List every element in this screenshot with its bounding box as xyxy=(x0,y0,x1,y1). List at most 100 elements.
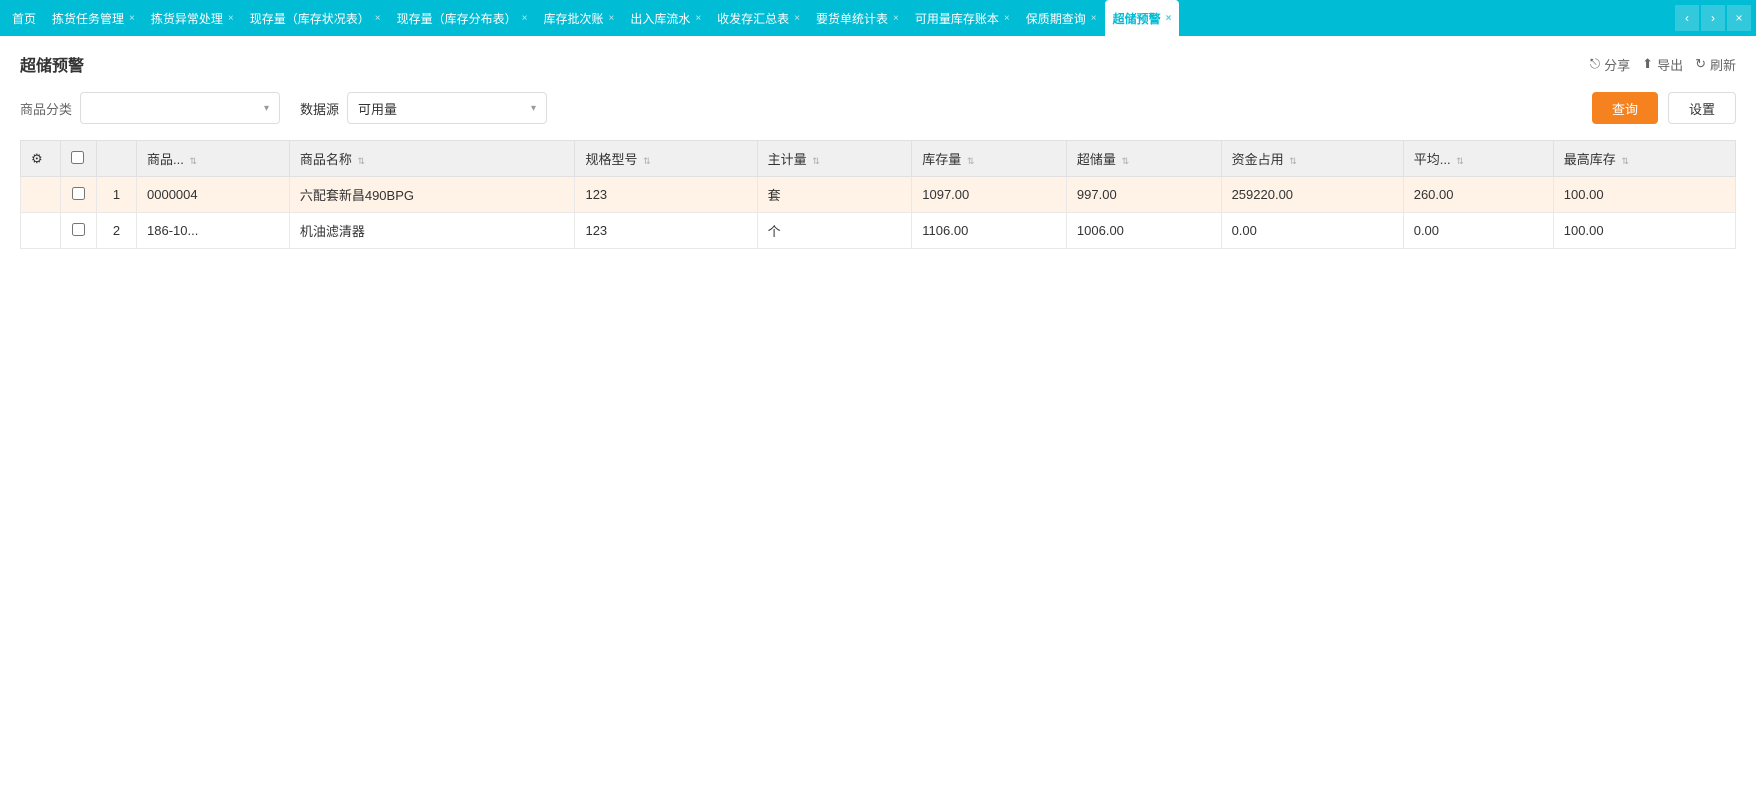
table-header-row: ⚙ 商品... ⇅ 商品名称 ⇅ 规格型号 ⇅ xyxy=(21,141,1736,177)
row-unit: 套 xyxy=(757,177,912,213)
stock-batch-label: 库存批次账 xyxy=(543,10,603,27)
row-avg: 260.00 xyxy=(1403,177,1553,213)
datasource-filter: 数据源 可用量 ▾ xyxy=(300,92,547,124)
row-overstock: 1006.00 xyxy=(1066,213,1221,249)
row-unit: 个 xyxy=(757,213,912,249)
category-label: 商品分类 xyxy=(20,99,72,118)
tab-stock-status[interactable]: 现存量（库存状况表） × xyxy=(242,0,389,36)
page-content: 超储预警 ⎋ 分享 ⬆ 导出 ↻ 刷新 商品分类 ▾ 数据源 xyxy=(0,36,1756,800)
row-max-stock: 100.00 xyxy=(1553,177,1735,213)
th-checkbox[interactable] xyxy=(61,141,97,177)
row-checkbox-cell[interactable] xyxy=(61,213,97,249)
category-filter: 商品分类 ▾ xyxy=(20,92,280,124)
nav-arrows: ‹ › × xyxy=(1674,5,1752,31)
row-gear-cell xyxy=(21,213,61,249)
sort-icon: ⇅ xyxy=(812,156,820,166)
row-product-code: 0000004 xyxy=(137,177,290,213)
tab-stock-dist[interactable]: 现存量（库存分布表） × xyxy=(389,0,536,36)
tab-pick-abnormal[interactable]: 拣货异常处理 × xyxy=(143,0,242,36)
data-table: ⚙ 商品... ⇅ 商品名称 ⇅ 规格型号 ⇅ xyxy=(20,140,1736,249)
pick-abnormal-label: 拣货异常处理 xyxy=(151,10,223,27)
datasource-select-value: 可用量 xyxy=(358,99,397,118)
tab-overstock-warning[interactable]: 超储预警 × xyxy=(1105,0,1180,36)
datasource-label: 数据源 xyxy=(300,99,339,118)
filter-actions: 查询 设置 xyxy=(1592,92,1736,124)
sort-icon: ⇅ xyxy=(189,156,197,166)
th-max-stock[interactable]: 最高库存 ⇅ xyxy=(1553,141,1735,177)
row-max-stock: 100.00 xyxy=(1553,213,1735,249)
nav-close-button[interactable]: × xyxy=(1727,5,1751,31)
export-button[interactable]: ⬆ 导出 xyxy=(1642,55,1683,74)
sort-icon: ⇅ xyxy=(1289,156,1297,166)
th-stock-label: 库存量 xyxy=(922,152,961,167)
th-capital-label: 资金占用 xyxy=(1232,152,1284,167)
row-capital: 259220.00 xyxy=(1221,177,1403,213)
nav-next-button[interactable]: › xyxy=(1701,5,1725,31)
close-icon[interactable]: × xyxy=(608,13,614,24)
share-button[interactable]: ⎋ 分享 xyxy=(1590,55,1630,74)
sort-icon: ⇅ xyxy=(967,156,975,166)
category-select[interactable]: ▾ xyxy=(80,92,280,124)
th-unit[interactable]: 主计量 ⇅ xyxy=(757,141,912,177)
th-stock[interactable]: 库存量 ⇅ xyxy=(912,141,1067,177)
export-label: 导出 xyxy=(1657,55,1683,74)
row-index: 2 xyxy=(97,213,137,249)
nav-prev-button[interactable]: ‹ xyxy=(1675,5,1699,31)
tab-inout-flow[interactable]: 出入库流水 × xyxy=(622,0,709,36)
close-icon[interactable]: × xyxy=(893,13,899,24)
datasource-select[interactable]: 可用量 ▾ xyxy=(347,92,547,124)
tab-available-stock[interactable]: 可用量库存账本 × xyxy=(907,0,1018,36)
close-icon[interactable]: × xyxy=(129,13,135,24)
settings-button[interactable]: 设置 xyxy=(1668,92,1736,124)
row-overstock: 997.00 xyxy=(1066,177,1221,213)
row-checkbox-cell[interactable] xyxy=(61,177,97,213)
table-row: 1 0000004 六配套新昌490BPG 123 套 1097.00 997.… xyxy=(21,177,1736,213)
refresh-button[interactable]: ↻ 刷新 xyxy=(1695,55,1736,74)
close-icon[interactable]: × xyxy=(1004,13,1010,24)
th-capital[interactable]: 资金占用 ⇅ xyxy=(1221,141,1403,177)
close-icon[interactable]: × xyxy=(522,13,528,24)
sort-icon: ⇅ xyxy=(1621,156,1629,166)
tab-quality-check[interactable]: 保质期查询 × xyxy=(1018,0,1105,36)
refresh-label: 刷新 xyxy=(1710,55,1736,74)
row-checkbox[interactable] xyxy=(72,223,85,236)
th-product-code[interactable]: 商品... ⇅ xyxy=(137,141,290,177)
th-product-name[interactable]: 商品名称 ⇅ xyxy=(289,141,575,177)
row-checkbox[interactable] xyxy=(72,187,85,200)
gear-icon: ⚙ xyxy=(31,151,43,166)
page-header: 超储预警 ⎋ 分享 ⬆ 导出 ↻ 刷新 xyxy=(20,52,1736,76)
share-icon: ⎋ xyxy=(1590,56,1600,72)
stock-dist-label: 现存量（库存分布表） xyxy=(397,10,517,27)
th-avg[interactable]: 平均... ⇅ xyxy=(1403,141,1553,177)
th-gear[interactable]: ⚙ xyxy=(21,141,61,177)
sidebar-item-home[interactable]: 首页 xyxy=(4,0,44,36)
th-product-name-label: 商品名称 xyxy=(300,152,352,167)
tab-recv-summary[interactable]: 收发存汇总表 × xyxy=(709,0,808,36)
th-overstock[interactable]: 超储量 ⇅ xyxy=(1066,141,1221,177)
select-all-checkbox[interactable] xyxy=(71,151,84,164)
header-actions: ⎋ 分享 ⬆ 导出 ↻ 刷新 xyxy=(1590,55,1736,74)
tab-stock-batch[interactable]: 库存批次账 × xyxy=(535,0,622,36)
th-spec[interactable]: 规格型号 ⇅ xyxy=(575,141,757,177)
pick-task-label: 拣货任务管理 xyxy=(52,10,124,27)
th-unit-label: 主计量 xyxy=(768,152,807,167)
home-label: 首页 xyxy=(12,10,36,27)
tab-pick-task[interactable]: 拣货任务管理 × xyxy=(44,0,143,36)
close-icon[interactable]: × xyxy=(695,13,701,24)
close-icon[interactable]: × xyxy=(1166,13,1172,24)
row-spec: 123 xyxy=(575,213,757,249)
close-icon[interactable]: × xyxy=(375,13,381,24)
sort-icon: ⇅ xyxy=(357,156,365,166)
sort-icon: ⇅ xyxy=(1122,156,1130,166)
query-button[interactable]: 查询 xyxy=(1592,92,1658,124)
tab-order-stats[interactable]: 要货单统计表 × xyxy=(808,0,907,36)
th-index xyxy=(97,141,137,177)
close-icon[interactable]: × xyxy=(794,13,800,24)
refresh-icon: ↻ xyxy=(1695,56,1706,72)
table-row: 2 186-10... 机油滤清器 123 个 1106.00 1006.00 … xyxy=(21,213,1736,249)
row-spec: 123 xyxy=(575,177,757,213)
close-icon[interactable]: × xyxy=(1091,13,1097,24)
filter-bar: 商品分类 ▾ 数据源 可用量 ▾ 查询 设置 xyxy=(20,92,1736,124)
close-icon[interactable]: × xyxy=(228,13,234,24)
recv-summary-label: 收发存汇总表 xyxy=(717,10,789,27)
